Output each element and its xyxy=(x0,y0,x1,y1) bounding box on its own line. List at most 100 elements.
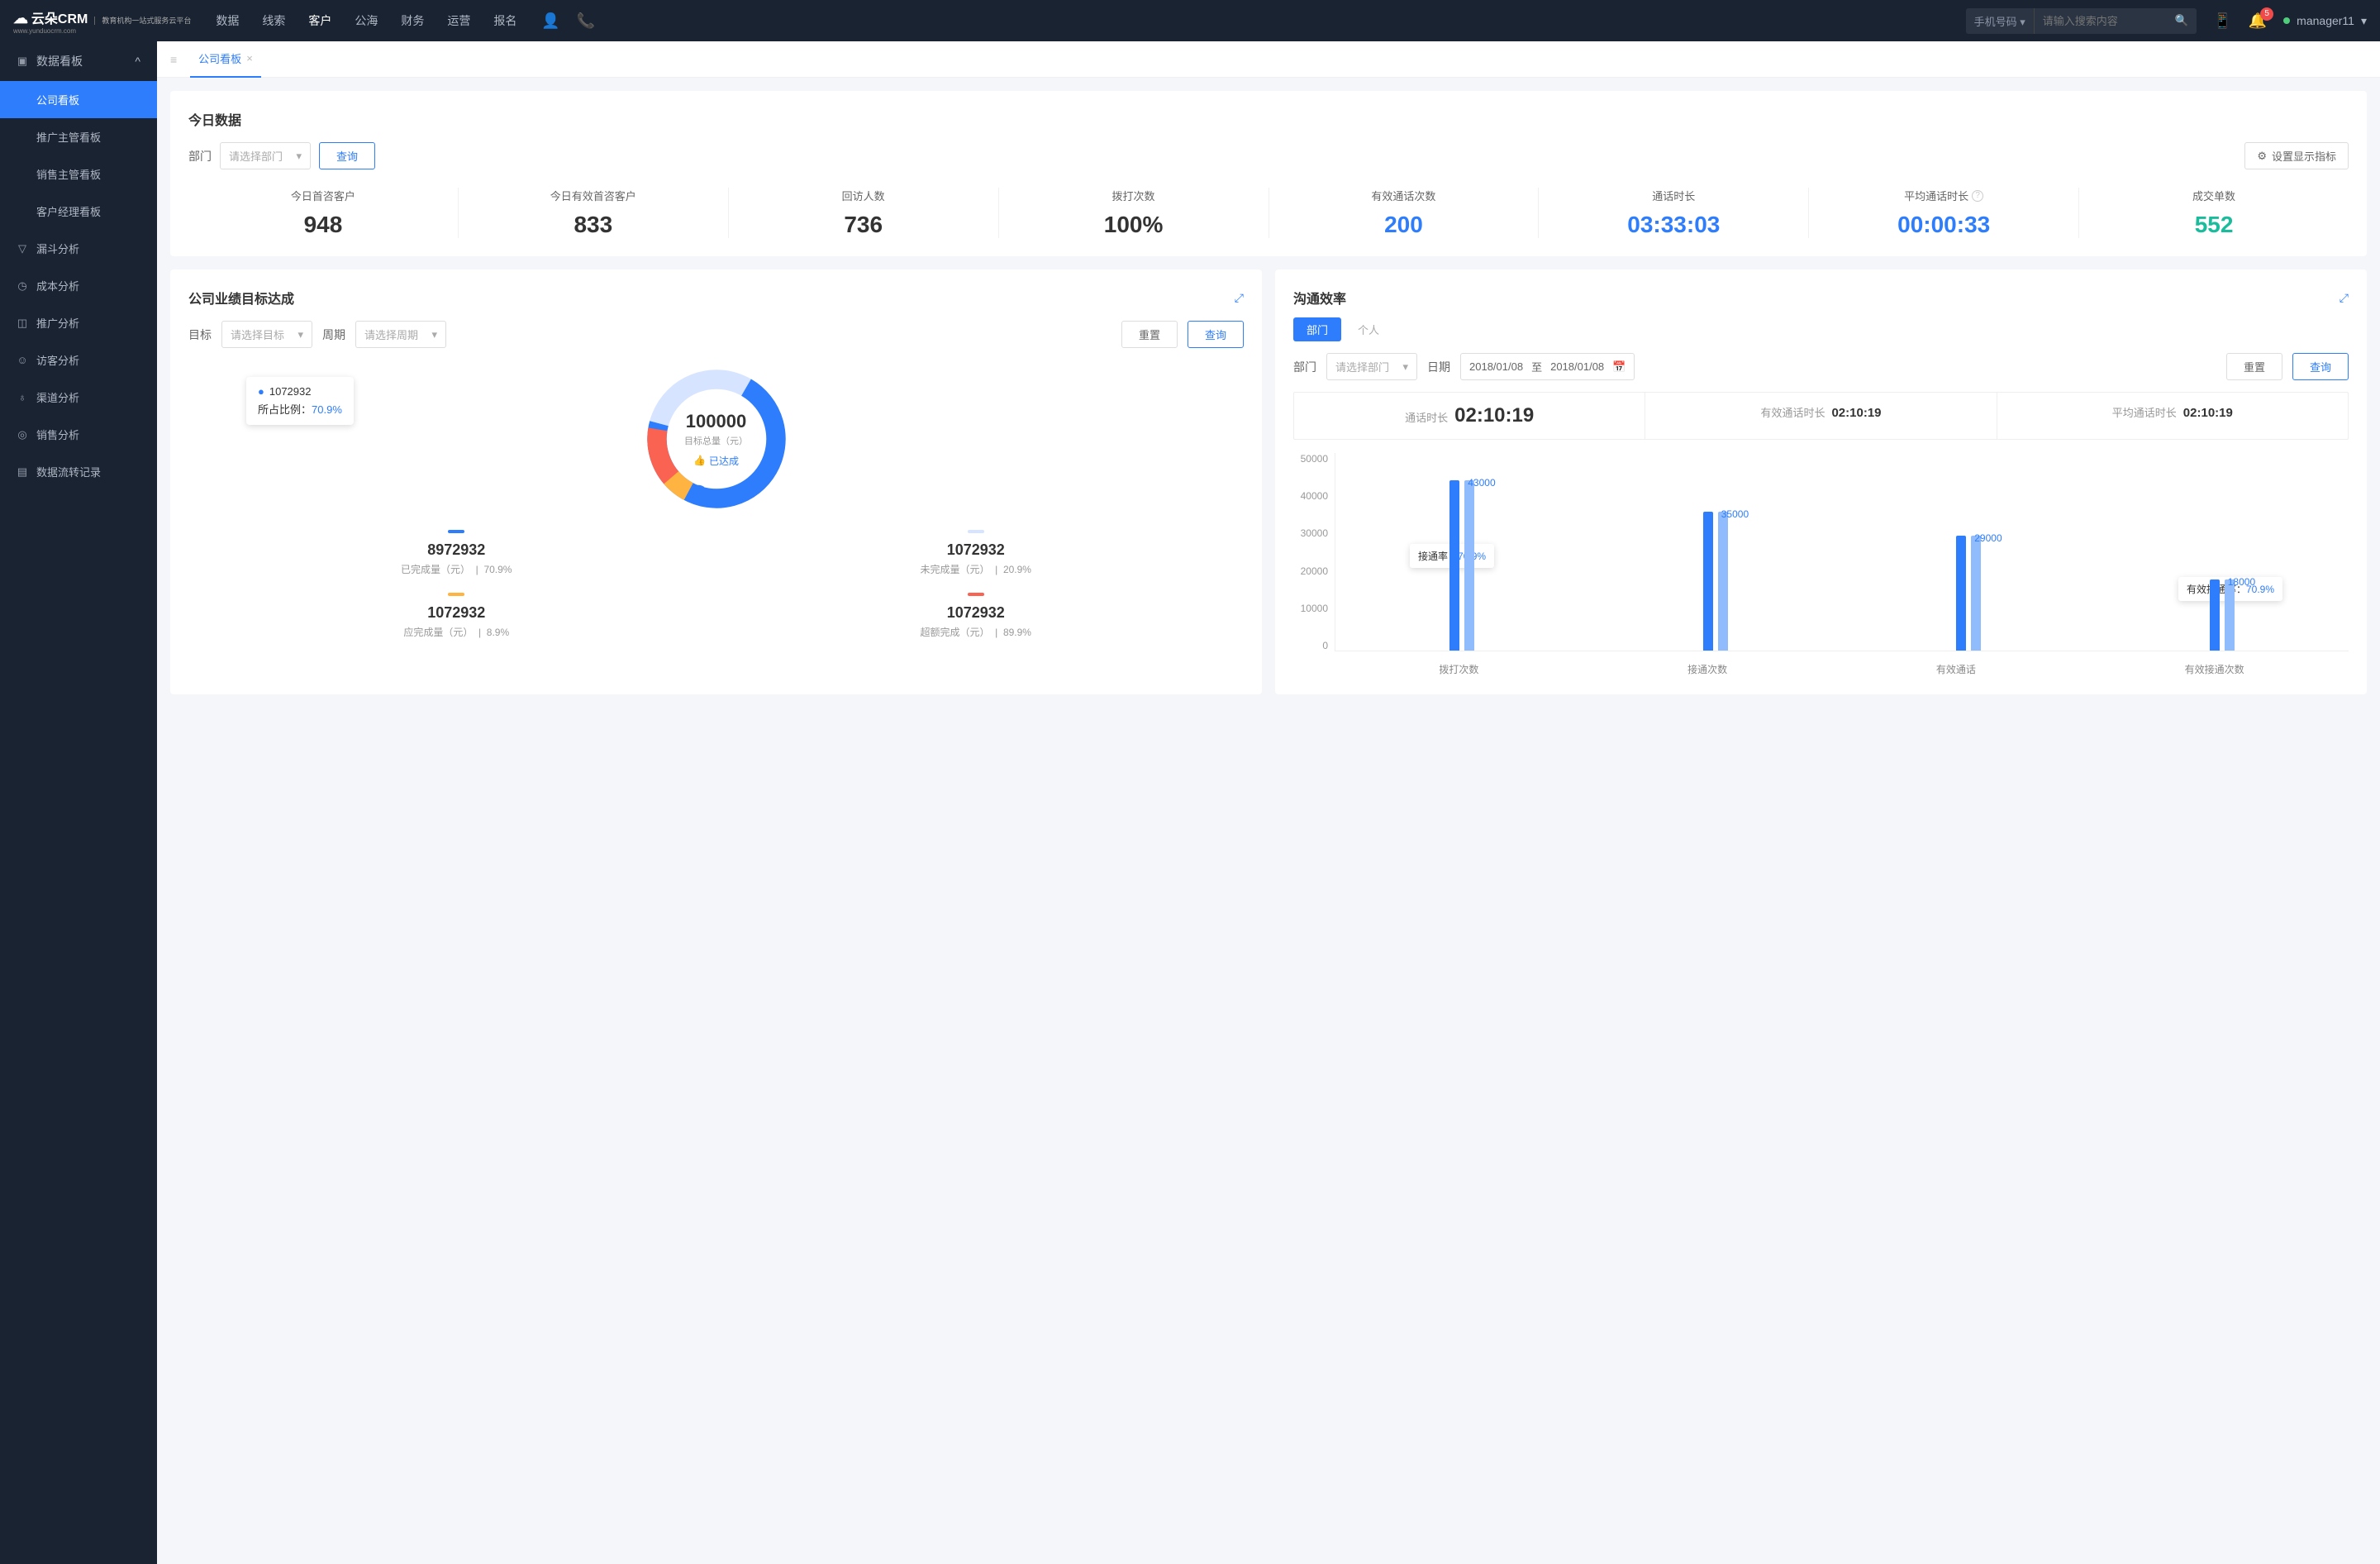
bar xyxy=(2210,579,2220,651)
legend-item: 1072932超额完成（元） | 89.9% xyxy=(725,593,1228,639)
search-type-select[interactable]: 手机号码 ▾ xyxy=(1966,8,2035,34)
sidebar: ▣数据看板 ^ 公司看板 推广主管看板 销售主管看板 客户经理看板 ▽漏斗分析 … xyxy=(0,41,157,1564)
close-icon[interactable]: × xyxy=(246,52,253,64)
search-box: 手机号码 ▾ 🔍 xyxy=(1966,8,2197,34)
chevron-down-icon: ▾ xyxy=(296,150,302,163)
tab-dept[interactable]: 部门 xyxy=(1293,317,1341,341)
target-title: 公司业绩目标达成 xyxy=(188,288,294,308)
stat-value: 00:00:33 xyxy=(1816,212,2072,238)
goal-label: 目标 xyxy=(188,327,212,343)
bar xyxy=(1449,480,1459,651)
nav-finance[interactable]: 财务 xyxy=(401,8,424,33)
search-button[interactable]: 🔍 xyxy=(2167,9,2197,32)
dept-select[interactable]: 请选择部门▾ xyxy=(220,142,311,169)
bar xyxy=(1718,512,1728,651)
bar-value-label: 35000 xyxy=(1721,508,1749,520)
target-icon: ◎ xyxy=(17,428,28,441)
sidebar-item-visitor[interactable]: ☺访客分析 xyxy=(0,341,157,379)
sidebar-item-promo[interactable]: ◫推广分析 xyxy=(0,304,157,341)
nav-customer[interactable]: 客户 xyxy=(308,8,331,33)
chevron-down-icon: ▾ xyxy=(298,328,303,341)
chart-icon: ◫ xyxy=(17,317,28,330)
brand-text: 云朵CRM xyxy=(31,12,88,26)
goal-select[interactable]: 请选择目标▾ xyxy=(221,321,312,348)
target-card: 公司业绩目标达成 ⤢ 目标 请选择目标▾ 周期 请选择周期▾ 重置 查询 xyxy=(170,269,1262,694)
stat-item: 通话时长03:33:03 xyxy=(1539,188,1809,238)
stat-label: 成交单数 xyxy=(2086,188,2342,203)
bell-icon[interactable]: 🔔5 xyxy=(2249,12,2267,30)
bar xyxy=(1703,512,1713,651)
sidebar-item-sales[interactable]: ◎销售分析 xyxy=(0,416,157,453)
today-card: 今日数据 部门 请选择部门▾ 查询 ⚙设置显示指标 今日首咨客户948今日有效首… xyxy=(170,91,2367,256)
nav-pool[interactable]: 公海 xyxy=(355,8,378,33)
period-label: 周期 xyxy=(322,327,345,343)
x-label: 有效接通次数 xyxy=(2185,662,2244,676)
add-user-icon[interactable]: 👤 xyxy=(541,12,559,30)
hamburger-icon[interactable]: ≡ xyxy=(170,53,177,66)
stat-item: 有效通话次数200 xyxy=(1269,188,1540,238)
expand-icon[interactable]: ⤢ xyxy=(1235,291,1244,305)
user-menu[interactable]: manager11 ▾ xyxy=(2283,14,2367,28)
summary-item: 有效通话时长02:10:19 xyxy=(1645,393,1997,439)
search-input[interactable] xyxy=(2035,10,2167,32)
today-title: 今日数据 xyxy=(188,109,2349,129)
expand-icon[interactable]: ⤢ xyxy=(2340,291,2349,305)
bar-pair: 43000 xyxy=(1449,480,1474,651)
call-icon[interactable]: 📞 xyxy=(577,12,595,30)
tab-company-board[interactable]: 公司看板 × xyxy=(190,41,261,78)
sidebar-item-promo-mgr[interactable]: 推广主管看板 xyxy=(0,118,157,155)
sidebar-item-cost[interactable]: ◷成本分析 xyxy=(0,267,157,304)
settings-button[interactable]: ⚙设置显示指标 xyxy=(2244,142,2349,169)
sidebar-item-flow[interactable]: ▤数据流转记录 xyxy=(0,453,157,490)
sidebar-item-account-mgr[interactable]: 客户经理看板 xyxy=(0,193,157,230)
nav-leads[interactable]: 线索 xyxy=(262,8,285,33)
sidebar-item-funnel[interactable]: ▽漏斗分析 xyxy=(0,230,157,267)
date-range-input[interactable]: 2018/01/08 至 2018/01/08 📅 xyxy=(1460,353,1635,380)
flow-icon: ▤ xyxy=(17,465,28,479)
legend-item: 1072932应完成量（元） | 8.9% xyxy=(205,593,708,639)
comm-dept-select[interactable]: 请选择部门▾ xyxy=(1326,353,1417,380)
query-button[interactable]: 查询 xyxy=(319,142,375,169)
query-button[interactable]: 查询 xyxy=(1188,321,1244,348)
stat-item: 成交单数 552 xyxy=(2079,188,2349,238)
y-tick: 10000 xyxy=(1293,603,1328,614)
stat-value: 736 xyxy=(735,212,992,238)
nav-signup[interactable]: 报名 xyxy=(493,8,516,33)
dashboard-icon: ▣ xyxy=(17,55,28,68)
donut-center-value: 100000 xyxy=(686,411,746,432)
query-button[interactable]: 查询 xyxy=(2292,353,2349,380)
top-nav: 数据 线索 客户 公海 财务 运营 报名 xyxy=(216,8,516,33)
nav-operations[interactable]: 运营 xyxy=(447,8,470,33)
bar-value-label: 29000 xyxy=(1974,532,2002,544)
bar-pair: 29000 xyxy=(1956,536,1981,651)
thumbs-up-icon: 👍 xyxy=(693,455,706,466)
donut-tooltip: ●1072932 所占比例：70.9% xyxy=(246,377,354,425)
stat-value: 552 xyxy=(2086,212,2342,238)
tab-personal[interactable]: 个人 xyxy=(1345,317,1392,341)
menu-group-dashboard[interactable]: ▣数据看板 ^ xyxy=(0,41,157,81)
mobile-icon[interactable]: 📱 xyxy=(2213,12,2231,30)
dept-label: 部门 xyxy=(188,148,212,165)
stat-value: 948 xyxy=(195,212,451,238)
comm-dept-label: 部门 xyxy=(1293,359,1316,375)
sidebar-item-channel[interactable]: ♁渠道分析 xyxy=(0,379,157,416)
sidebar-item-company[interactable]: 公司看板 xyxy=(0,81,157,118)
reset-button[interactable]: 重置 xyxy=(1121,321,1178,348)
bar xyxy=(2225,579,2235,651)
nav-data[interactable]: 数据 xyxy=(216,8,239,33)
bar-value-label: 18000 xyxy=(2228,576,2255,588)
chevron-down-icon: ▾ xyxy=(431,328,437,341)
comm-date-label: 日期 xyxy=(1427,359,1450,375)
funnel-icon: ▽ xyxy=(17,242,28,255)
sidebar-item-sales-mgr[interactable]: 销售主管看板 xyxy=(0,155,157,193)
bar-value-label: 43000 xyxy=(1468,477,1495,489)
visitor-icon: ☺ xyxy=(17,354,28,366)
brand-sub: 教育机构一站式服务云平台 xyxy=(94,17,191,26)
info-icon[interactable]: ? xyxy=(1972,190,1983,202)
y-tick: 30000 xyxy=(1293,527,1328,539)
user-name: manager11 xyxy=(2297,14,2354,27)
y-tick: 20000 xyxy=(1293,565,1328,577)
period-select[interactable]: 请选择周期▾ xyxy=(355,321,446,348)
gear-icon: ⚙ xyxy=(2257,150,2267,163)
reset-button[interactable]: 重置 xyxy=(2226,353,2282,380)
